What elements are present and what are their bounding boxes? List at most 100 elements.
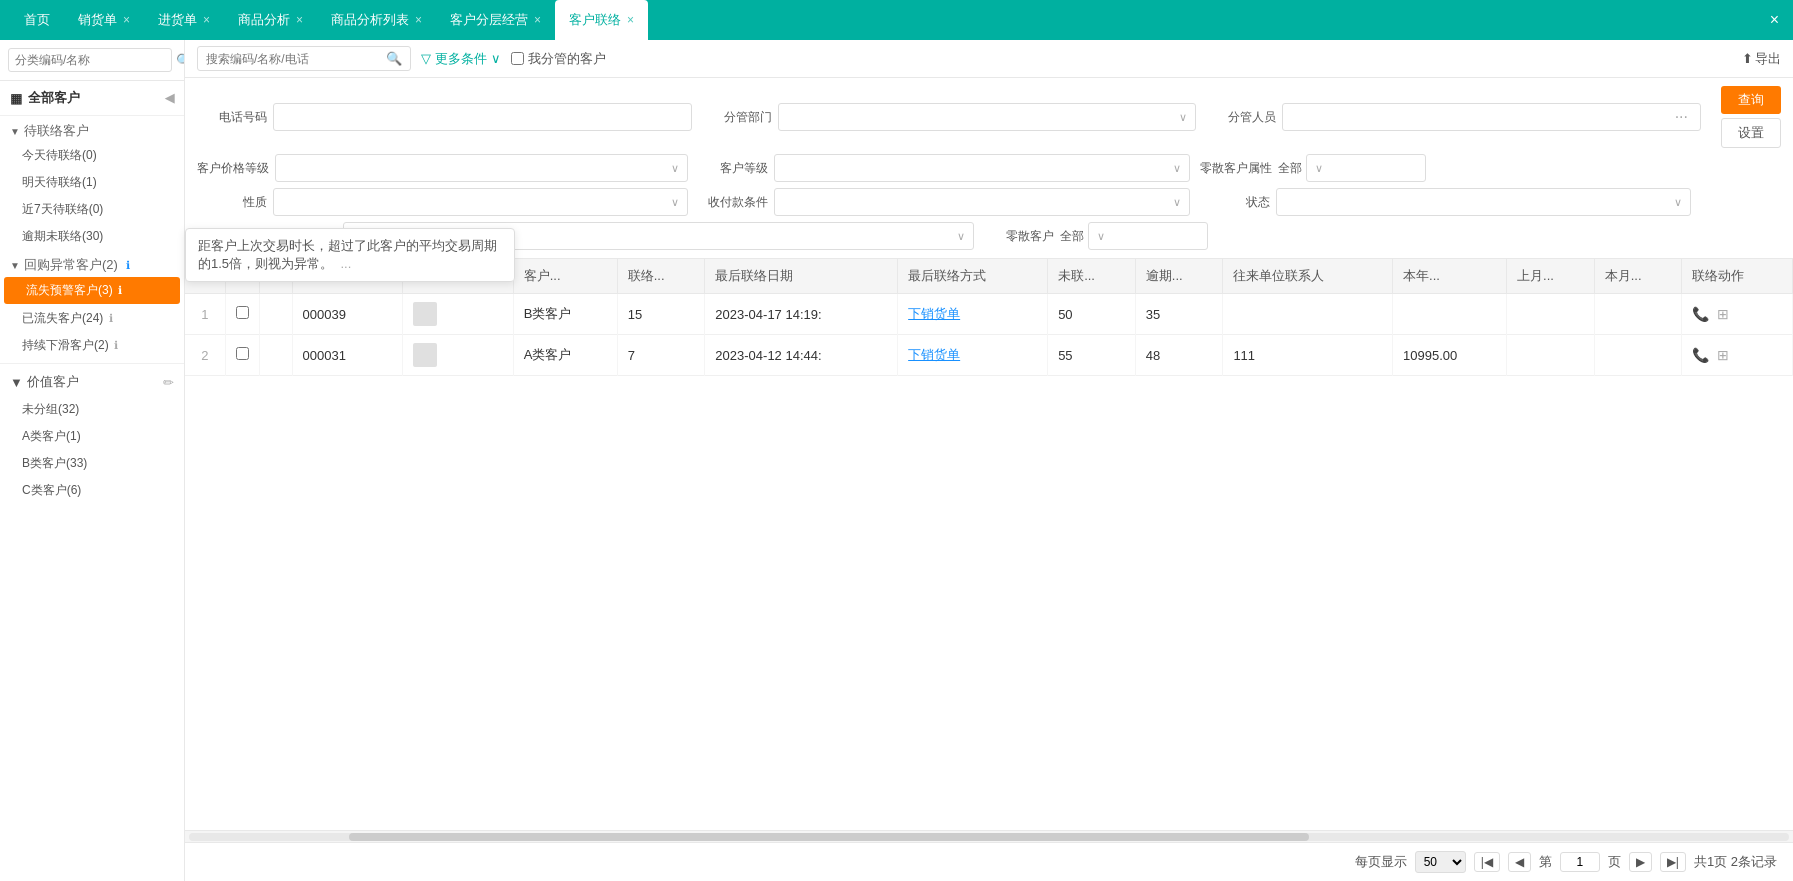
filter-person-dots[interactable]: ··· [1671,108,1692,126]
filter-dept: 分管部门 ∨ [702,103,1197,131]
filter-status-select[interactable]: ∨ [1276,188,1691,216]
sidebar-item-overdue[interactable]: 逾期未联络(30) [0,223,184,250]
section-abnormal-arrow: ▼ [10,260,20,271]
main-search-icon[interactable]: 🔍 [386,51,402,66]
sidebar-item-classA[interactable]: A类客户(1) [0,423,184,450]
sidebar-item-warning[interactable]: 流失预警客户(3) ℹ [4,277,180,304]
filter-actions: 查询 设置 [1721,86,1781,148]
filter-dept-select[interactable]: ∨ [778,103,1197,131]
lost-info-icon[interactable]: ℹ [109,312,113,324]
chevron-nature: ∨ [671,196,679,209]
grid-action-icon-2[interactable]: ⊞ [1717,347,1729,363]
page-suffix: 页 [1608,853,1621,871]
nav-customer-layer-close[interactable]: × [534,13,541,27]
cell-thismonth-1 [1594,294,1682,335]
sidebar-item-today[interactable]: 今天待联络(0) [0,142,184,169]
window-close-icon[interactable]: × [1770,11,1779,29]
sidebar-item-classB[interactable]: B类客户(33) [0,450,184,477]
horizontal-scrollbar[interactable] [185,830,1793,842]
filter-customer-level: 客户等级 ∨ [698,154,1189,182]
my-customers-checkbox[interactable] [511,52,524,65]
chevron-scatter: ∨ [1097,230,1105,243]
per-page-select[interactable]: 50 20 100 [1415,851,1466,873]
main-search-input[interactable] [206,52,386,66]
chevron-down-dept: ∨ [1179,111,1187,124]
nav-customer-contact-close[interactable]: × [627,13,634,27]
sidebar-item-7days[interactable]: 近7天待联络(0) [0,196,184,223]
filter-phone: 电话号码 [197,103,692,131]
filter-price-select[interactable]: ∨ [275,154,688,182]
declining-info-icon[interactable]: ℹ [114,339,118,351]
chevron-price: ∨ [671,162,679,175]
nav-product-list[interactable]: 商品分析列表 × [317,0,436,40]
nav-customer-layer[interactable]: 客户分层经营 × [436,0,555,40]
chevron-down-icon: ∨ [491,51,501,66]
phone-icon-2[interactable]: 📞 [1692,347,1709,363]
warning-info-icon[interactable]: ℹ [118,284,122,296]
table-row: 1 000039 B类客户 15 2023-04- [185,294,1793,335]
nav-customer-contact[interactable]: 客户联络 × [555,0,648,40]
nav-product-analysis-close[interactable]: × [296,13,303,27]
export-button[interactable]: ⬆ 导出 [1742,50,1781,68]
section-pending-arrow: ▼ [10,126,20,137]
more-conditions-btn[interactable]: ▽ 更多条件 ∨ [421,50,501,68]
last-method-link-1[interactable]: 下销货单 [908,306,960,321]
nav-product-analysis-label: 商品分析 [238,11,290,29]
pagination-bar: 每页显示 50 20 100 |◀ ◀ 第 页 ▶ ▶| 共1页 2条记录 [185,842,1793,881]
th-type: 客户... [513,259,617,294]
edit-icon[interactable]: ✏ [163,375,174,390]
sidebar-item-tomorrow[interactable]: 明天待联络(1) [0,169,184,196]
last-page-btn[interactable]: ▶| [1660,852,1686,872]
section-abnormal[interactable]: ▼ 回购异常客户(2) ℹ [0,250,184,276]
filter-payment-select[interactable]: ∨ [774,188,1189,216]
row-checkbox-2[interactable] [236,347,249,360]
page-number-input[interactable] [1560,852,1600,872]
collapse-sidebar-icon[interactable]: ◀ [165,91,174,105]
info-icon[interactable]: ℹ [126,259,130,272]
cell-action-1: 📞 ⊞ [1682,294,1793,335]
scatter-attr-inline: 全部 [1278,160,1302,177]
last-method-link-2[interactable]: 下销货单 [908,347,960,362]
row-checkbox-1[interactable] [236,306,249,319]
sidebar-item-declining[interactable]: 持续下滑客户(2) ℹ [0,332,184,359]
sidebar-search-input[interactable] [8,48,172,72]
nav-product-list-label: 商品分析列表 [331,11,409,29]
first-page-btn[interactable]: |◀ [1474,852,1500,872]
total-label: 共1页 2条记录 [1694,853,1777,871]
section-value[interactable]: ▼ 价值客户 ✏ [0,368,184,396]
filter-scatter-select[interactable]: ∨ [1088,222,1208,250]
filter-scatter-attr-select[interactable]: ∨ [1306,154,1426,182]
filter-person-select[interactable]: ··· [1282,103,1701,131]
nav-home[interactable]: 首页 [10,0,64,40]
sidebar-item-ungroup[interactable]: 未分组(32) [0,396,184,423]
sidebar-search-icon[interactable]: 🔍 [176,53,185,68]
name-cell-2 [413,343,503,367]
next-page-btn[interactable]: ▶ [1629,852,1652,872]
cell-lastmethod-1: 下销货单 [898,294,1048,335]
filter-phone-input[interactable] [273,103,692,131]
nav-sales-close[interactable]: × [123,13,130,27]
phone-icon-1[interactable]: 📞 [1692,306,1709,322]
query-button[interactable]: 查询 [1721,86,1781,114]
filter-clevel-select[interactable]: ∨ [774,154,1189,182]
nav-product-analysis[interactable]: 商品分析 × [224,0,317,40]
sidebar-all-customers[interactable]: ▦ 全部客户 ◀ [0,81,184,116]
grid-action-icon-1[interactable]: ⊞ [1717,306,1729,322]
avatar-2 [413,343,437,367]
th-this-year: 本年... [1393,259,1507,294]
sidebar-item-lost[interactable]: 已流失客户(24) ℹ [0,305,184,332]
filter-nature-select[interactable]: ∨ [273,188,688,216]
sidebar-item-classC[interactable]: C类客户(6) [0,477,184,504]
section-pending[interactable]: ▼ 待联络客户 [0,116,184,142]
nav-sales[interactable]: 销货单 × [64,0,144,40]
prev-page-btn[interactable]: ◀ [1508,852,1531,872]
filter-status-label: 状态 [1200,194,1270,211]
scroll-thumb[interactable] [349,833,1309,841]
cell-cb-1 [225,294,259,335]
cell-lastmonth-2 [1507,335,1595,376]
nav-purchase-close[interactable]: × [203,13,210,27]
nav-purchase[interactable]: 进货单 × [144,0,224,40]
nav-product-list-close[interactable]: × [415,13,422,27]
section-value-label: 价值客户 [27,373,79,391]
settings-button[interactable]: 设置 [1721,118,1781,148]
